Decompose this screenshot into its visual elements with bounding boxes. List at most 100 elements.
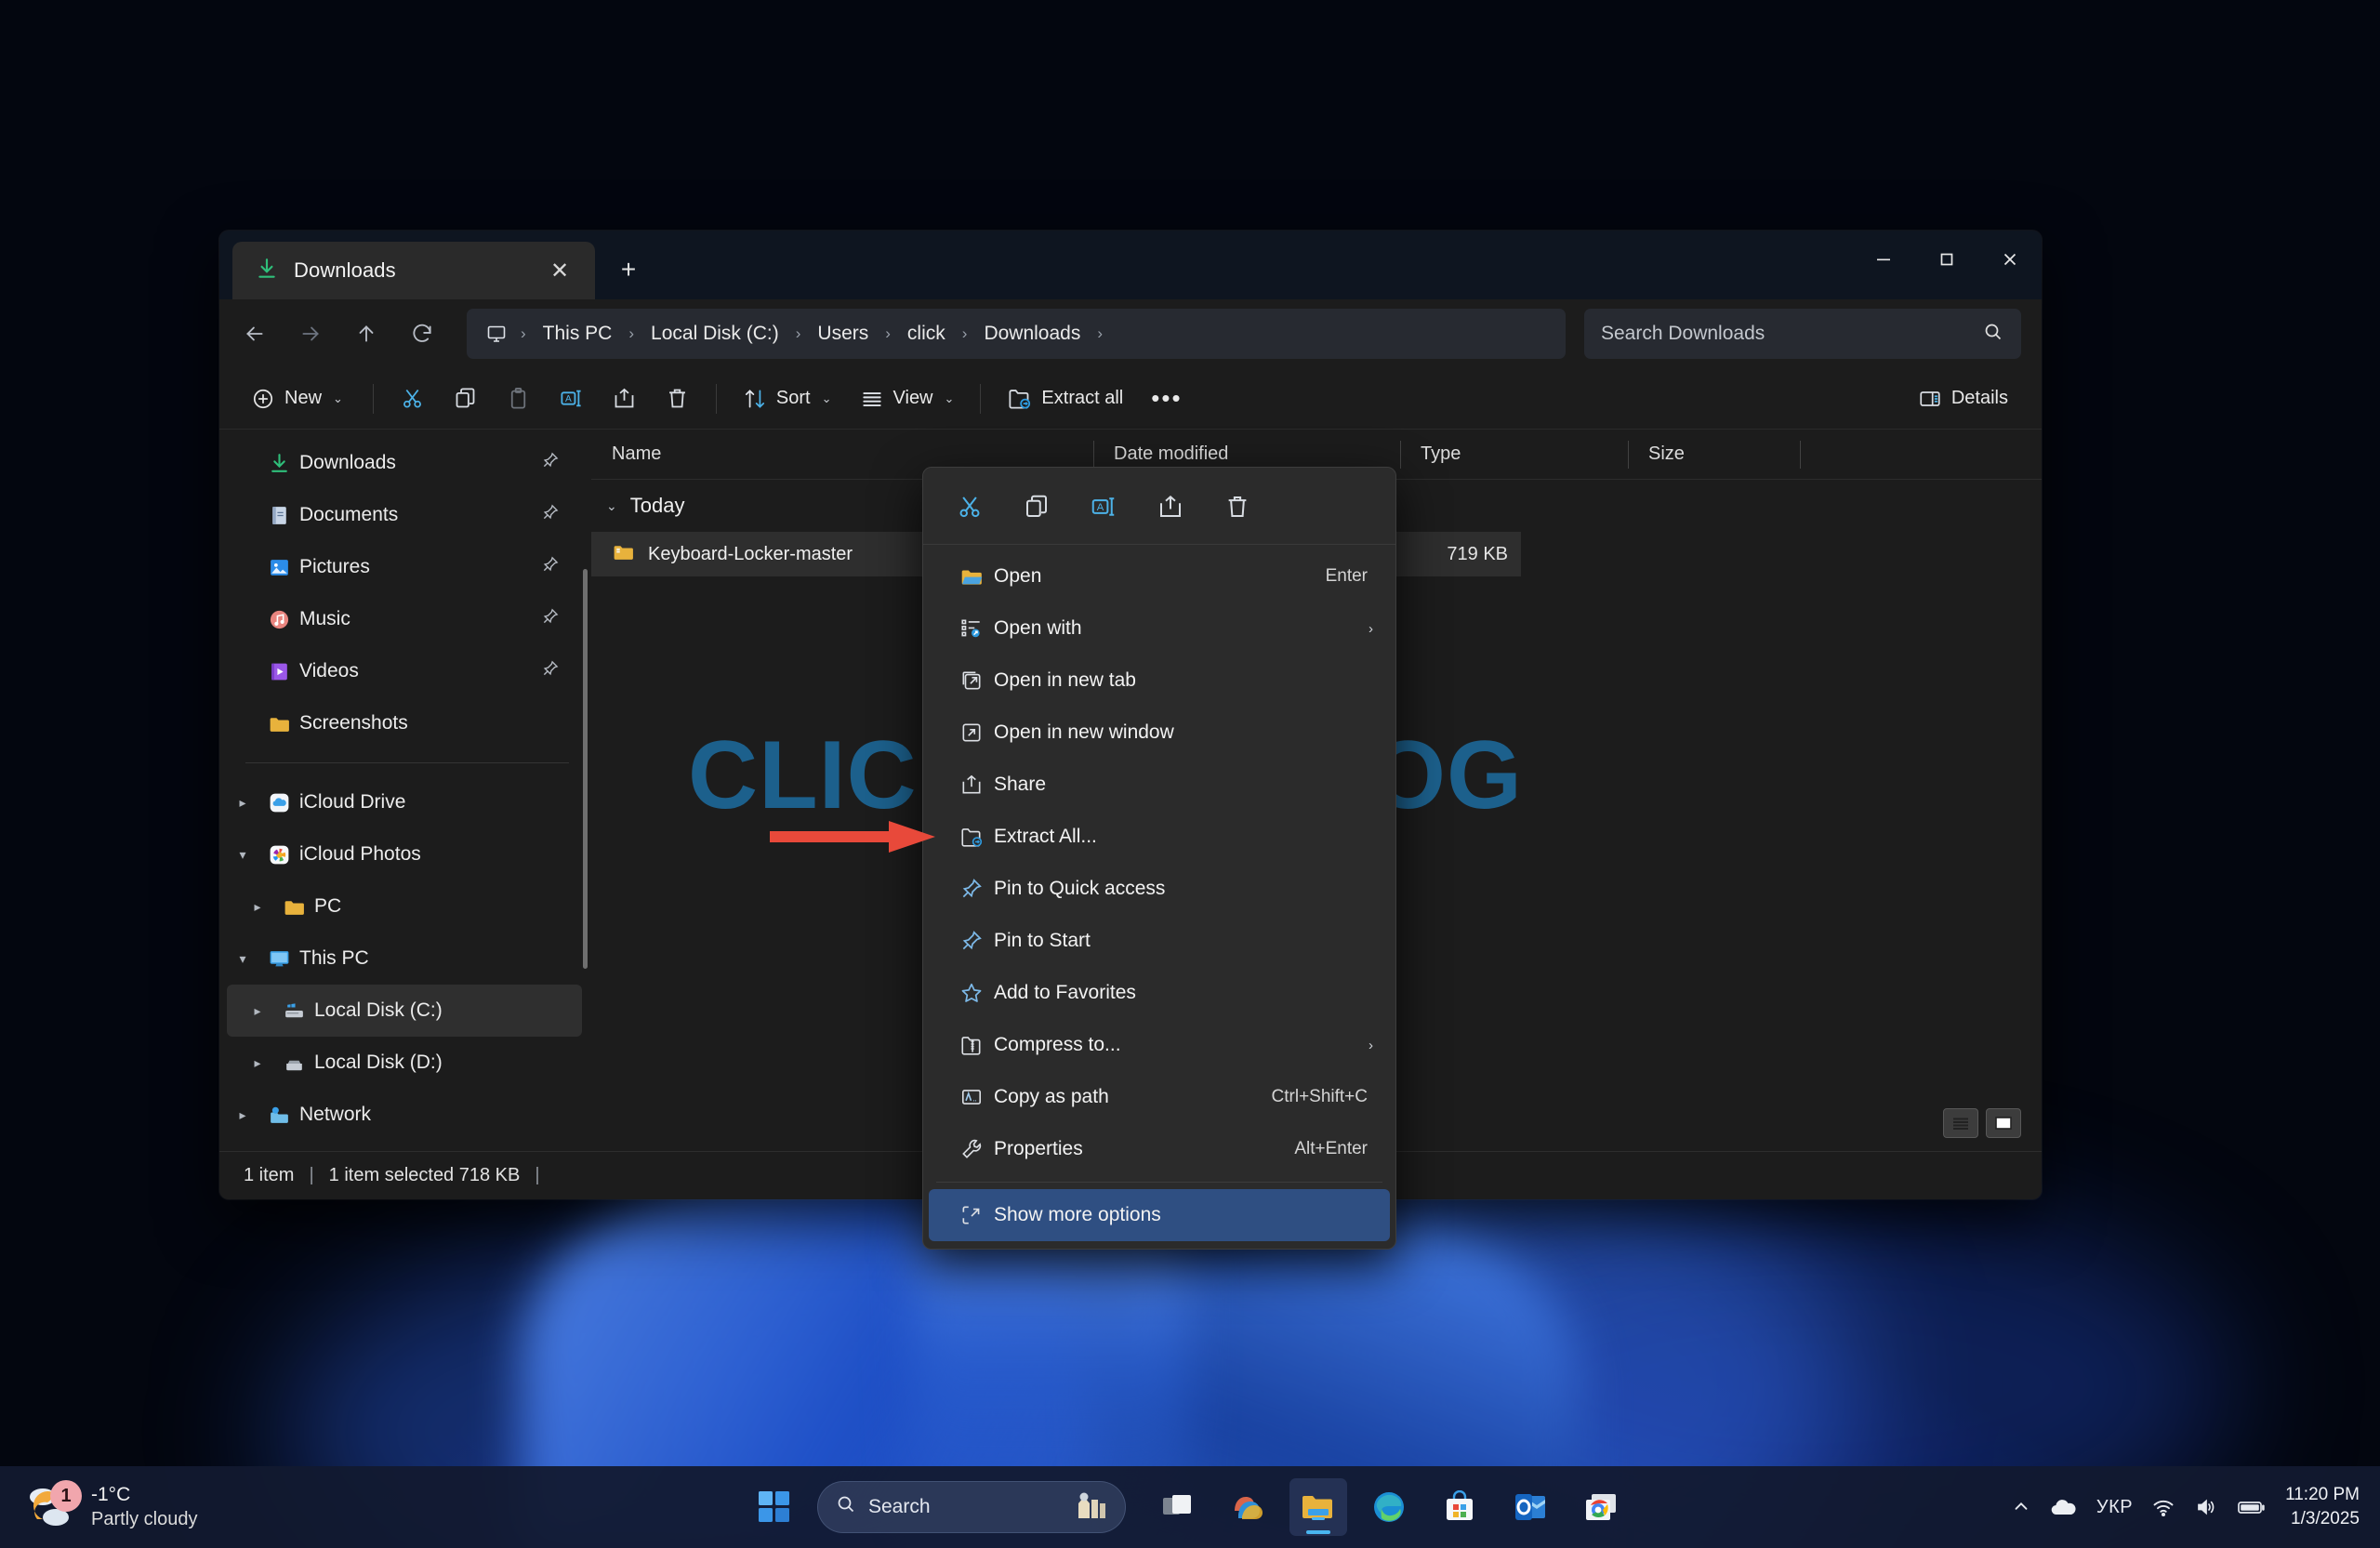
menu-item-add-to-favorites[interactable]: Add to Favorites — [929, 967, 1390, 1019]
sidebar-item-icloud-photos[interactable]: ▾ iCloud Photos — [227, 828, 582, 880]
file-name-cell[interactable]: Keyboard-Locker-master — [591, 540, 979, 569]
chevron-right-icon[interactable]: ▸ — [242, 899, 273, 915]
pin-icon[interactable] — [541, 503, 560, 527]
taskbar-clock[interactable]: 11:20 PM 1/3/2025 — [2285, 1483, 2360, 1530]
rename-icon[interactable]: A — [1072, 483, 1135, 531]
maximize-button[interactable] — [1915, 231, 1978, 288]
view-button[interactable]: View ⌄ — [847, 375, 968, 423]
breadcrumb-item-downloads[interactable]: Downloads — [972, 317, 1091, 351]
close-button[interactable] — [1978, 231, 2042, 288]
sidebar-item-downloads[interactable]: Downloads — [227, 437, 582, 489]
sidebar-item-pictures[interactable]: Pictures — [227, 541, 582, 593]
sidebar-item-network[interactable]: ▸ Network — [227, 1089, 582, 1141]
menu-item-open-in-new-tab[interactable]: Open in new tab — [929, 655, 1390, 707]
chevron-right-icon[interactable]: ▸ — [227, 795, 258, 811]
breadcrumb-item-this-pc[interactable]: This PC — [532, 317, 624, 351]
large-icons-view-icon[interactable] — [1986, 1108, 2021, 1138]
sidebar-item-documents[interactable]: Documents — [227, 489, 582, 541]
more-options-button[interactable]: ••• — [1138, 375, 1195, 423]
menu-item-open-in-new-window[interactable]: Open in new window — [929, 707, 1390, 759]
search-box[interactable] — [1584, 309, 2021, 359]
details-view-icon[interactable] — [1943, 1108, 1978, 1138]
search-icon[interactable] — [1982, 321, 2004, 348]
cut-button[interactable] — [387, 375, 438, 423]
sidebar-item-this-pc[interactable]: ▾ This PC — [227, 933, 582, 985]
taskbar-app-chrome-window[interactable] — [1572, 1478, 1630, 1536]
breadcrumb-item-local-disk-c[interactable]: Local Disk (C:) — [640, 317, 790, 351]
taskbar-app-task-view[interactable] — [1148, 1478, 1206, 1536]
extract-all-button[interactable]: Extract all — [994, 375, 1136, 423]
chevron-right-icon[interactable]: ▸ — [242, 1003, 273, 1019]
weather-widget[interactable]: 1 -1°C Partly cloudy — [0, 1480, 400, 1532]
rename-button[interactable]: A — [546, 375, 597, 423]
menu-item-compress-to[interactable]: Compress to... › — [929, 1019, 1390, 1071]
chevron-down-icon[interactable]: ⌄ — [606, 498, 617, 514]
column-header-size[interactable]: Size — [1628, 430, 1800, 480]
menu-item-pin-to-quick-access[interactable]: Pin to Quick access — [929, 863, 1390, 915]
new-button[interactable]: New ⌄ — [240, 375, 360, 423]
taskbar-app-microsoft-store[interactable] — [1431, 1478, 1488, 1536]
menu-item-pin-to-start[interactable]: Pin to Start — [929, 915, 1390, 967]
breadcrumb[interactable]: › This PC › Local Disk (C:) › Users › cl… — [467, 309, 1566, 359]
this-pc-icon[interactable] — [482, 323, 515, 345]
sidebar-item-pc[interactable]: ▸ PC — [227, 880, 582, 933]
column-header-type[interactable]: Type — [1400, 430, 1628, 480]
back-arrow-icon[interactable] — [229, 310, 281, 358]
taskbar-app-file-explorer[interactable] — [1289, 1478, 1347, 1536]
taskbar-search-box[interactable]: Search — [817, 1481, 1126, 1533]
show-hidden-icons[interactable] — [2011, 1497, 2031, 1517]
sidebar-item-music[interactable]: Music — [227, 593, 582, 645]
pin-icon[interactable] — [541, 607, 560, 631]
cut-icon[interactable] — [938, 483, 1001, 531]
breadcrumb-trailing-chevron[interactable]: › — [1093, 324, 1106, 343]
refresh-icon[interactable] — [396, 310, 448, 358]
delete-icon[interactable] — [1206, 483, 1269, 531]
minimize-button[interactable] — [1852, 231, 1915, 288]
sidebar-item-videos[interactable]: Videos — [227, 645, 582, 697]
battery-icon[interactable] — [2237, 1498, 2267, 1516]
taskbar-app-outlook[interactable] — [1501, 1478, 1559, 1536]
breadcrumb-item-users[interactable]: Users — [806, 317, 879, 351]
delete-button[interactable] — [652, 375, 703, 423]
start-button[interactable] — [747, 1479, 802, 1535]
chevron-down-icon[interactable]: ▾ — [227, 847, 258, 863]
menu-item-show-more-options[interactable]: Show more options — [929, 1189, 1390, 1241]
paste-button[interactable] — [493, 375, 544, 423]
tab-downloads[interactable]: Downloads ✕ — [232, 242, 595, 299]
sidebar-item-icloud-drive[interactable]: ▸ iCloud Drive — [227, 776, 582, 828]
menu-item-open[interactable]: Open Enter — [929, 550, 1390, 602]
menu-item-share[interactable]: Share — [929, 759, 1390, 811]
search-input[interactable] — [1601, 323, 1973, 345]
wifi-icon[interactable] — [2151, 1497, 2175, 1517]
pin-icon[interactable] — [541, 555, 560, 579]
menu-item-open-with[interactable]: Open with › — [929, 602, 1390, 655]
pin-icon[interactable] — [541, 659, 560, 683]
menu-item-copy-as-path[interactable]: Copy as path Ctrl+Shift+C — [929, 1071, 1390, 1123]
tab-close-button[interactable]: ✕ — [541, 252, 578, 289]
share-button[interactable] — [599, 375, 650, 423]
chevron-right-icon[interactable]: ▸ — [227, 1107, 258, 1123]
details-pane-button[interactable]: Details — [1905, 375, 2021, 423]
share-icon[interactable] — [1139, 483, 1202, 531]
sidebar-item-local-disk-d[interactable]: ▸ Local Disk (D:) — [227, 1037, 582, 1089]
taskbar-app-copilot[interactable] — [1219, 1478, 1276, 1536]
pin-icon[interactable] — [541, 451, 560, 475]
copy-button[interactable] — [440, 375, 491, 423]
sort-button[interactable]: Sort ⌄ — [730, 375, 845, 423]
volume-icon[interactable] — [2194, 1497, 2218, 1517]
forward-arrow-icon[interactable] — [284, 310, 337, 358]
sidebar-item-screenshots[interactable]: Screenshots — [227, 697, 582, 749]
sidebar-item-local-disk-c[interactable]: ▸ Local Disk (C:) — [227, 985, 582, 1037]
menu-item-properties[interactable]: Properties Alt+Enter — [929, 1123, 1390, 1175]
taskbar-app-edge[interactable] — [1360, 1478, 1418, 1536]
sidebar-scrollbar[interactable] — [583, 569, 588, 969]
up-arrow-icon[interactable] — [340, 310, 392, 358]
chevron-down-icon[interactable]: ▾ — [227, 951, 258, 967]
breadcrumb-item-click[interactable]: click — [896, 317, 957, 351]
onedrive-icon[interactable] — [2050, 1497, 2078, 1517]
language-indicator[interactable]: УКР — [2096, 1497, 2133, 1518]
copy-icon[interactable] — [1005, 483, 1068, 531]
menu-item-extract-all[interactable]: Extract All... — [929, 811, 1390, 863]
chevron-right-icon[interactable]: ▸ — [242, 1055, 273, 1071]
new-tab-button[interactable]: + — [610, 251, 647, 288]
